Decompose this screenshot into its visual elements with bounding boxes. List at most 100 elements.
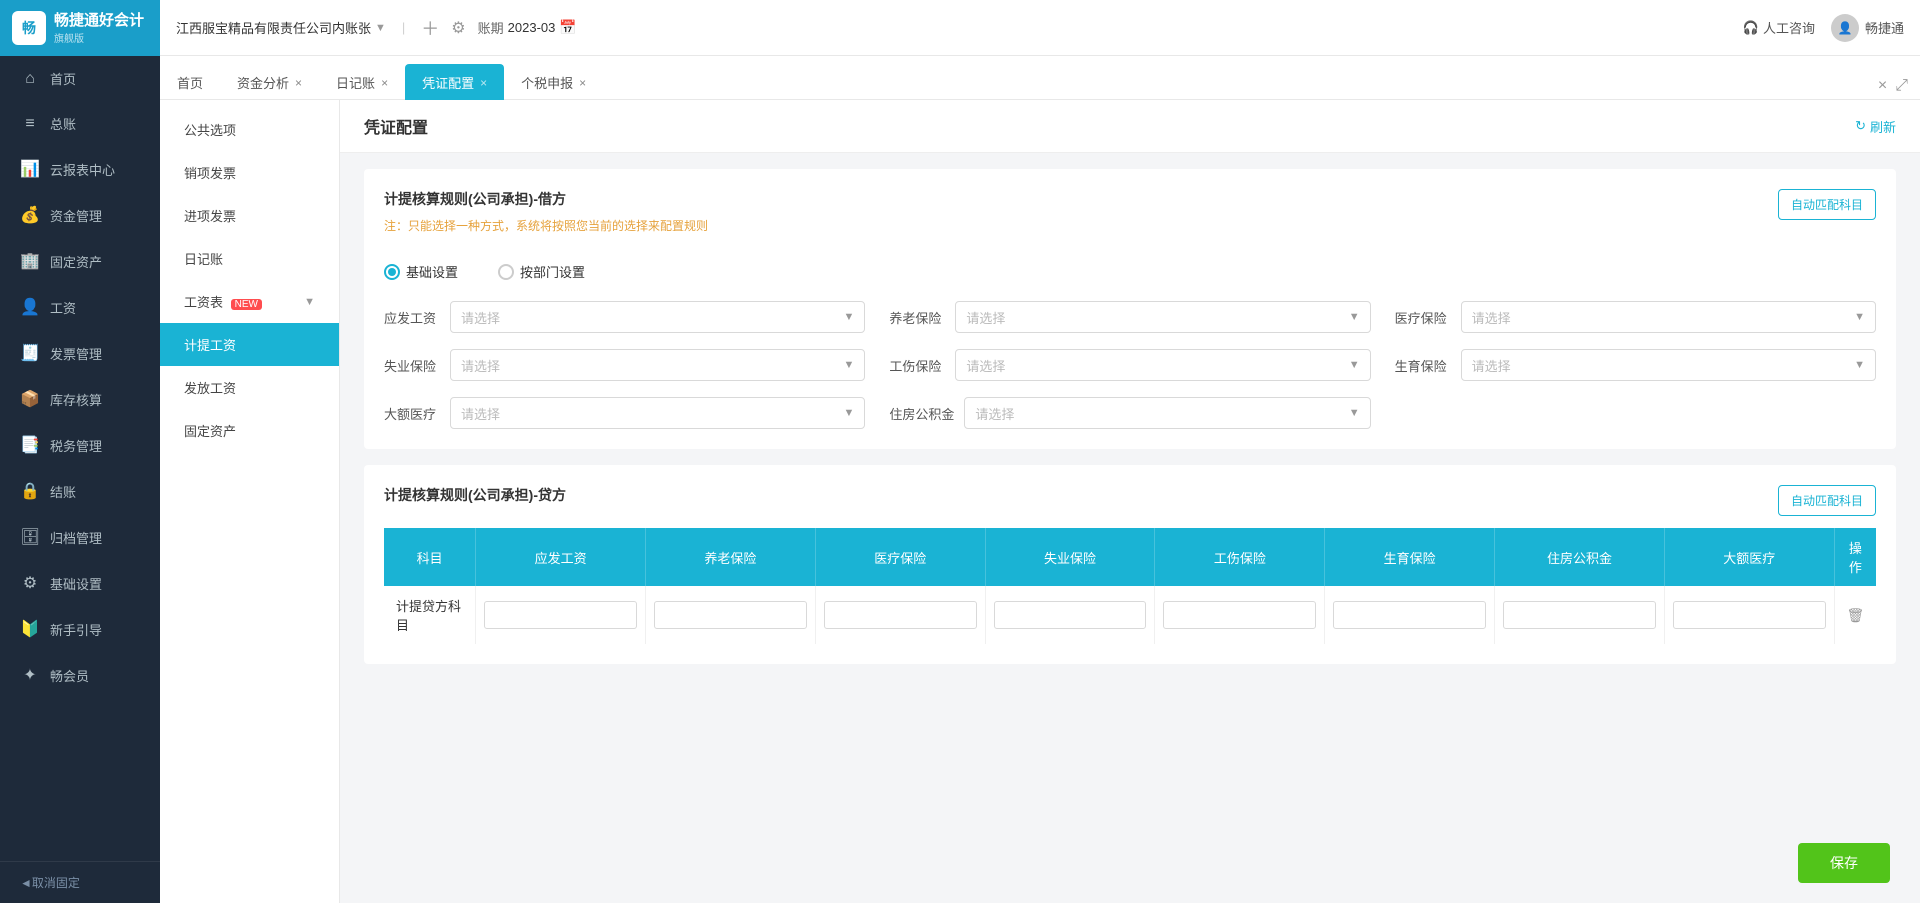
- sidebar-item-inventory[interactable]: 📦 库存核算: [0, 376, 160, 422]
- left-nav-sales[interactable]: 销项发票: [160, 151, 339, 194]
- refresh-icon: ↻: [1855, 118, 1866, 134]
- cell-delete[interactable]: 🗑: [1834, 586, 1876, 644]
- tab-close-all-button[interactable]: ×: [1878, 77, 1887, 95]
- tab-journal[interactable]: 日记账 ×: [319, 64, 405, 100]
- reports-icon: 📊: [20, 159, 40, 179]
- left-nav-purchase[interactable]: 进项发票: [160, 194, 339, 237]
- service-button[interactable]: 🎧 人工咨询: [1743, 18, 1815, 37]
- input-housing[interactable]: [1503, 601, 1656, 629]
- company-dropdown-icon: ▼: [375, 22, 386, 34]
- form-item-salary: 应发工资 请选择 ▼: [384, 301, 865, 333]
- sidebar-cancel-pin[interactable]: ◄取消固定: [0, 861, 160, 903]
- left-nav-calc-salary[interactable]: 计提工资: [160, 323, 339, 366]
- cell-pension[interactable]: [646, 586, 816, 644]
- debit-auto-match-button[interactable]: 自动匹配科目: [1778, 189, 1876, 220]
- cell-housing[interactable]: [1495, 586, 1665, 644]
- salary-select[interactable]: 请选择 ▼: [450, 301, 865, 333]
- topbar-divider: |: [402, 20, 405, 35]
- cell-medical[interactable]: [815, 586, 985, 644]
- tab-home[interactable]: 首页: [160, 64, 220, 100]
- tab-close-capital[interactable]: ×: [295, 76, 302, 90]
- left-nav-pay-salary[interactable]: 发放工资: [160, 366, 339, 409]
- sidebar-item-tax[interactable]: 📑 税务管理: [0, 422, 160, 468]
- radio-dept[interactable]: 按部门设置: [498, 262, 585, 281]
- salary-icon: 👤: [20, 297, 40, 317]
- save-button[interactable]: 保存: [1798, 843, 1890, 883]
- injury-select-arrow: ▼: [1349, 359, 1360, 371]
- input-unemployment[interactable]: [994, 601, 1147, 629]
- pension-select[interactable]: 请选择 ▼: [955, 301, 1370, 333]
- input-salary[interactable]: [484, 601, 637, 629]
- tab-close-journal[interactable]: ×: [381, 76, 388, 90]
- closing-icon: 🔒: [20, 481, 40, 501]
- tab-voucher[interactable]: 凭证配置 ×: [405, 64, 504, 100]
- left-nav-fixed-assets[interactable]: 固定资产: [160, 409, 339, 452]
- save-btn-container: 保存: [1798, 843, 1890, 883]
- refresh-button[interactable]: ↻ 刷新: [1855, 117, 1896, 136]
- tab-capital[interactable]: 资金分析 ×: [220, 64, 319, 100]
- radio-basic[interactable]: 基础设置: [384, 262, 458, 281]
- medical-select-arrow: ▼: [1854, 311, 1865, 323]
- salary-select-arrow: ▼: [843, 311, 854, 323]
- add-company-button[interactable]: ＋: [421, 15, 439, 41]
- company-selector[interactable]: 江西服宝精品有限责任公司内账张 ▼: [176, 18, 386, 37]
- col-injury: 工伤保险: [1155, 528, 1325, 586]
- cell-salary[interactable]: [476, 586, 646, 644]
- col-medical: 医疗保险: [815, 528, 985, 586]
- settings-gear-button[interactable]: ⚙: [451, 18, 465, 38]
- sidebar-item-guide[interactable]: 🔰 新手引导: [0, 606, 160, 652]
- row-label: 计提贷方科目: [384, 586, 476, 644]
- tab-close-tax[interactable]: ×: [579, 76, 586, 90]
- col-pension: 养老保险: [646, 528, 816, 586]
- sidebar-item-salary[interactable]: 👤 工资: [0, 284, 160, 330]
- maternity-select[interactable]: 请选择 ▼: [1461, 349, 1876, 381]
- cell-injury[interactable]: [1155, 586, 1325, 644]
- cell-maternity[interactable]: [1325, 586, 1495, 644]
- user-menu[interactable]: 👤 畅捷通: [1831, 14, 1904, 42]
- sidebar-item-ledger[interactable]: ≡ 总账: [0, 101, 160, 146]
- settings-icon: ⚙: [20, 573, 40, 593]
- sidebar-item-invoice[interactable]: 🧾 发票管理: [0, 330, 160, 376]
- sidebar-item-archive[interactable]: 🗄 归档管理: [0, 514, 160, 560]
- left-nav-public[interactable]: 公共选项: [160, 108, 339, 151]
- medical-select[interactable]: 请选择 ▼: [1461, 301, 1876, 333]
- credit-auto-match-button[interactable]: 自动匹配科目: [1778, 485, 1876, 516]
- input-injury[interactable]: [1163, 601, 1316, 629]
- col-maternity: 生育保险: [1325, 528, 1495, 586]
- input-pension[interactable]: [654, 601, 807, 629]
- col-operation: 操作: [1834, 528, 1876, 586]
- sidebar-item-member[interactable]: ✦ 畅会员: [0, 652, 160, 698]
- sidebar-item-closing[interactable]: 🔒 结账: [0, 468, 160, 514]
- sidebar-item-assets[interactable]: 🏢 固定资产: [0, 238, 160, 284]
- left-nav-journal[interactable]: 日记账: [160, 237, 339, 280]
- maternity-label: 生育保险: [1395, 356, 1451, 375]
- form-item-maternity: 生育保险 请选择 ▼: [1395, 349, 1876, 381]
- input-maternity[interactable]: [1333, 601, 1486, 629]
- large-medical-label: 大额医疗: [384, 404, 440, 423]
- chevron-down-icon: ▼: [304, 296, 315, 308]
- sidebar-item-reports[interactable]: 📊 云报表中心: [0, 146, 160, 192]
- housing-select-arrow: ▼: [1349, 407, 1360, 419]
- sidebar-item-capital[interactable]: 💰 资金管理: [0, 192, 160, 238]
- left-nav-salary-table[interactable]: 工资表 NEW ▼: [160, 280, 339, 323]
- logo-text: 畅捷通好会计 旗舰版: [54, 12, 144, 45]
- table-header-row: 科目 应发工资 养老保险 医疗保险 失业保险 工伤保险 生育保险 住房公积金 大…: [384, 528, 1876, 586]
- table-row: 计提贷方科目 🗑: [384, 586, 1876, 644]
- housing-select[interactable]: 请选择 ▼: [964, 397, 1370, 429]
- injury-select[interactable]: 请选择 ▼: [955, 349, 1370, 381]
- input-large-medical[interactable]: [1673, 601, 1826, 629]
- cell-unemployment[interactable]: [985, 586, 1155, 644]
- sidebar-item-settings[interactable]: ⚙ 基础设置: [0, 560, 160, 606]
- form-item-housing: 住房公积金 请选择 ▼: [889, 397, 1370, 429]
- sidebar-item-home[interactable]: ⌂ 首页: [0, 56, 160, 101]
- cell-large-medical[interactable]: [1664, 586, 1834, 644]
- tab-maximize-button[interactable]: ⤢: [1895, 77, 1908, 95]
- tab-tax[interactable]: 个税申报 ×: [504, 64, 603, 100]
- input-medical[interactable]: [824, 601, 977, 629]
- unemployment-select[interactable]: 请选择 ▼: [450, 349, 865, 381]
- col-unemployment: 失业保险: [985, 528, 1155, 586]
- calendar-icon[interactable]: 📅: [559, 19, 576, 36]
- delete-row-button[interactable]: 🗑: [1846, 607, 1864, 624]
- large-medical-select[interactable]: 请选择 ▼: [450, 397, 865, 429]
- tab-close-voucher[interactable]: ×: [480, 76, 487, 90]
